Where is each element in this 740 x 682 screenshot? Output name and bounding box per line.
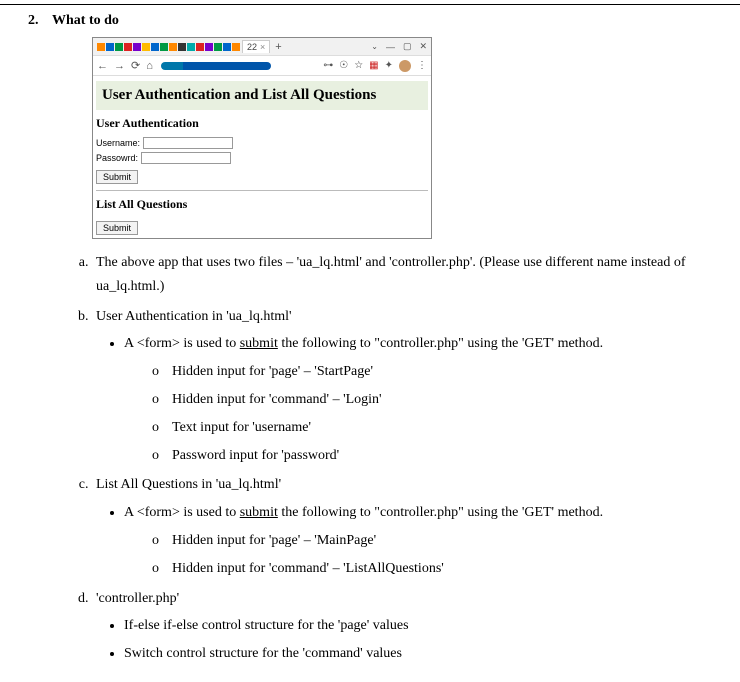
key-icon[interactable]: ⊶	[323, 60, 333, 71]
favicon-icon	[223, 43, 231, 51]
item-b-sub1: Hidden input for 'page' – 'StartPage'	[152, 360, 720, 384]
forward-icon[interactable]: →	[114, 60, 125, 72]
item-c-sub2: Hidden input for 'command' – 'ListAllQue…	[152, 557, 720, 581]
item-b-bullet: A <form> is used to submit the following…	[124, 332, 720, 467]
page-divider	[0, 4, 740, 5]
list-heading: List All Questions	[96, 197, 428, 212]
section-number: 2.	[28, 13, 52, 29]
minimize-icon[interactable]: —	[386, 42, 395, 52]
username-input[interactable]	[143, 137, 233, 149]
item-d: 'controller.php' If-else if-else control…	[92, 587, 720, 666]
item-c: List All Questions in 'ua_lq.html' A <fo…	[92, 473, 720, 580]
favicon-icon	[160, 43, 168, 51]
favicon-icon	[106, 43, 114, 51]
active-tab[interactable]: 22 ×	[242, 40, 270, 53]
browser-window: 22 × + ⌄ — ▢ ✕ ← → ⟳ ⌂ ⊶ ☉ ☆ ▦ ✦ ⋮	[92, 37, 432, 239]
avatar[interactable]	[399, 60, 411, 72]
tab-favicons	[97, 43, 240, 51]
item-c-text: List All Questions in 'ua_lq.html'	[96, 477, 281, 492]
reload-icon[interactable]: ⟳	[131, 59, 140, 72]
password-row: Passowrd:	[96, 152, 428, 164]
active-tab-label: 22	[247, 42, 257, 52]
favicon-icon	[214, 43, 222, 51]
item-b-sub3: Text input for 'username'	[152, 416, 720, 440]
item-c-bullet: A <form> is used to submit the following…	[124, 501, 720, 580]
item-b-sub4: Password input for 'password'	[152, 444, 720, 468]
url-field[interactable]	[159, 60, 317, 72]
url-redacted	[161, 62, 271, 70]
address-bar: ← → ⟳ ⌂ ⊶ ☉ ☆ ▦ ✦ ⋮	[93, 56, 431, 76]
item-c-bullet-pre: A <form> is used to	[124, 505, 240, 520]
submit-auth-button[interactable]: Submit	[96, 170, 138, 184]
window-close-icon[interactable]: ✕	[419, 41, 427, 52]
extension-icon[interactable]: ▦	[369, 60, 378, 71]
item-d-sub1: If-else if-else control structure for th…	[124, 614, 720, 638]
item-b-sub2: Hidden input for 'command' – 'Login'	[152, 388, 720, 412]
maximize-icon[interactable]: ▢	[403, 41, 412, 52]
favicon-icon	[115, 43, 123, 51]
item-b-bullet-u: submit	[240, 336, 278, 351]
favicon-icon	[169, 43, 177, 51]
favicon-icon	[196, 43, 204, 51]
item-c-bullet-u: submit	[240, 505, 278, 520]
favicon-icon	[151, 43, 159, 51]
item-c-bullet-post: the following to "controller.php" using …	[278, 505, 603, 520]
section-header: 2. What to do	[28, 13, 720, 29]
star-icon[interactable]: ☆	[354, 60, 363, 71]
divider	[96, 190, 428, 191]
back-icon[interactable]: ←	[97, 60, 108, 72]
favicon-icon	[187, 43, 195, 51]
favicon-icon	[232, 43, 240, 51]
item-a: The above app that uses two files – 'ua_…	[92, 251, 720, 299]
tab-bar: 22 × + ⌄ — ▢ ✕	[93, 38, 431, 56]
password-label: Passowrd:	[96, 153, 138, 163]
submit-list-button[interactable]: Submit	[96, 221, 138, 235]
item-c-sub1: Hidden input for 'page' – 'MainPage'	[152, 529, 720, 553]
favicon-icon	[133, 43, 141, 51]
item-b: User Authentication in 'ua_lq.html' A <f…	[92, 305, 720, 468]
username-row: Username:	[96, 137, 428, 149]
favicon-icon	[124, 43, 132, 51]
item-b-bullet-post: the following to "controller.php" using …	[278, 336, 603, 351]
new-tab-button[interactable]: +	[272, 41, 284, 53]
puzzle-icon[interactable]: ✦	[385, 60, 393, 71]
favicon-icon	[142, 43, 150, 51]
page-title: User Authentication and List All Questio…	[96, 81, 428, 110]
more-icon[interactable]: ⋮	[417, 60, 427, 71]
close-tab-icon[interactable]: ×	[260, 42, 265, 52]
section-title: What to do	[52, 13, 119, 29]
instructions-list: The above app that uses two files – 'ua_…	[20, 251, 720, 666]
item-d-sub2: Switch control structure for the 'comman…	[124, 642, 720, 666]
home-icon[interactable]: ⌂	[146, 60, 153, 72]
item-d-text: 'controller.php'	[96, 591, 179, 606]
item-b-text: User Authentication in 'ua_lq.html'	[96, 309, 292, 324]
favicon-icon	[97, 43, 105, 51]
auth-heading: User Authentication	[96, 116, 428, 131]
favicon-icon	[205, 43, 213, 51]
eye-icon[interactable]: ☉	[339, 60, 348, 71]
favicon-icon	[178, 43, 186, 51]
item-b-bullet-pre: A <form> is used to	[124, 336, 240, 351]
username-label: Username:	[96, 138, 140, 148]
tab-dropdown-icon[interactable]: ⌄	[371, 42, 378, 51]
page-viewport: User Authentication and List All Questio…	[93, 76, 431, 238]
password-input[interactable]	[141, 152, 231, 164]
